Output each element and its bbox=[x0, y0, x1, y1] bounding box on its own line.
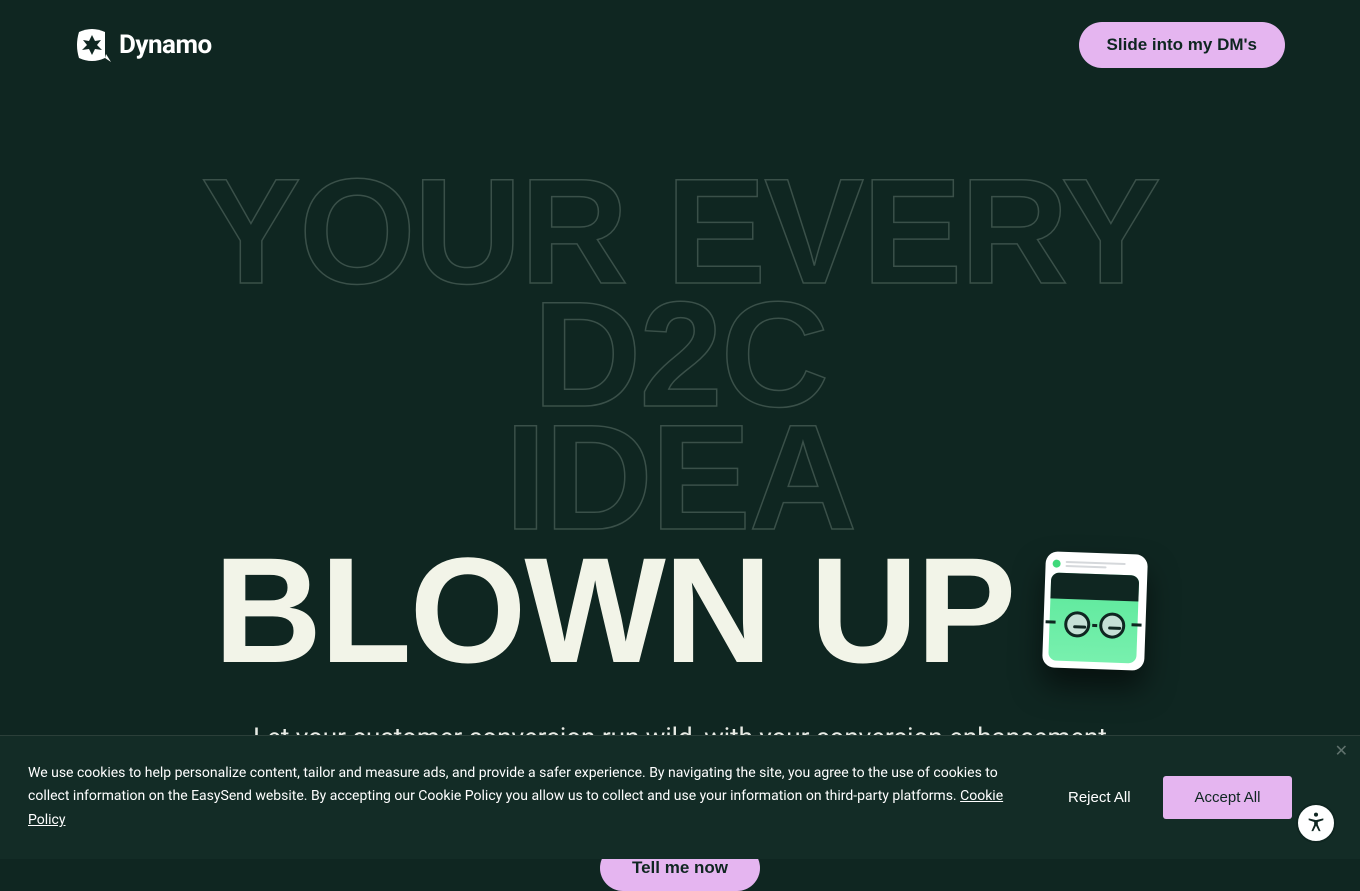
brand-logo[interactable]: Dynamo bbox=[75, 28, 212, 62]
accept-all-button[interactable]: Accept All bbox=[1163, 776, 1293, 819]
hero-title-line1: YOUR EVERY D2C bbox=[60, 170, 1300, 416]
slide-dms-button[interactable]: Slide into my DM's bbox=[1079, 22, 1285, 68]
brand-name: Dynamo bbox=[119, 30, 212, 60]
accessibility-button[interactable] bbox=[1296, 803, 1336, 843]
character-card-icon bbox=[1042, 551, 1148, 670]
header: Dynamo Slide into my DM's bbox=[0, 0, 1360, 90]
close-icon: ✕ bbox=[1335, 743, 1348, 760]
brand-logo-icon bbox=[75, 28, 111, 62]
cookie-text: We use cookies to help personalize conte… bbox=[28, 762, 1038, 833]
reject-all-button[interactable]: Reject All bbox=[1068, 789, 1131, 806]
cookie-close-button[interactable]: ✕ bbox=[1335, 744, 1348, 760]
accessibility-icon bbox=[1305, 811, 1327, 836]
hero-title-line3: BLOWN UP bbox=[214, 549, 1015, 672]
cookie-message: We use cookies to help personalize conte… bbox=[28, 765, 998, 805]
hero-title-line3-container: BLOWN UP bbox=[60, 549, 1300, 672]
cookie-banner: ✕ We use cookies to help personalize con… bbox=[0, 735, 1360, 859]
hero-title: YOUR EVERY D2C IDEA BLOWN UP bbox=[60, 170, 1300, 672]
hero-title-line2: IDEA bbox=[60, 416, 1300, 539]
cookie-actions: Reject All Accept All bbox=[1068, 776, 1292, 819]
